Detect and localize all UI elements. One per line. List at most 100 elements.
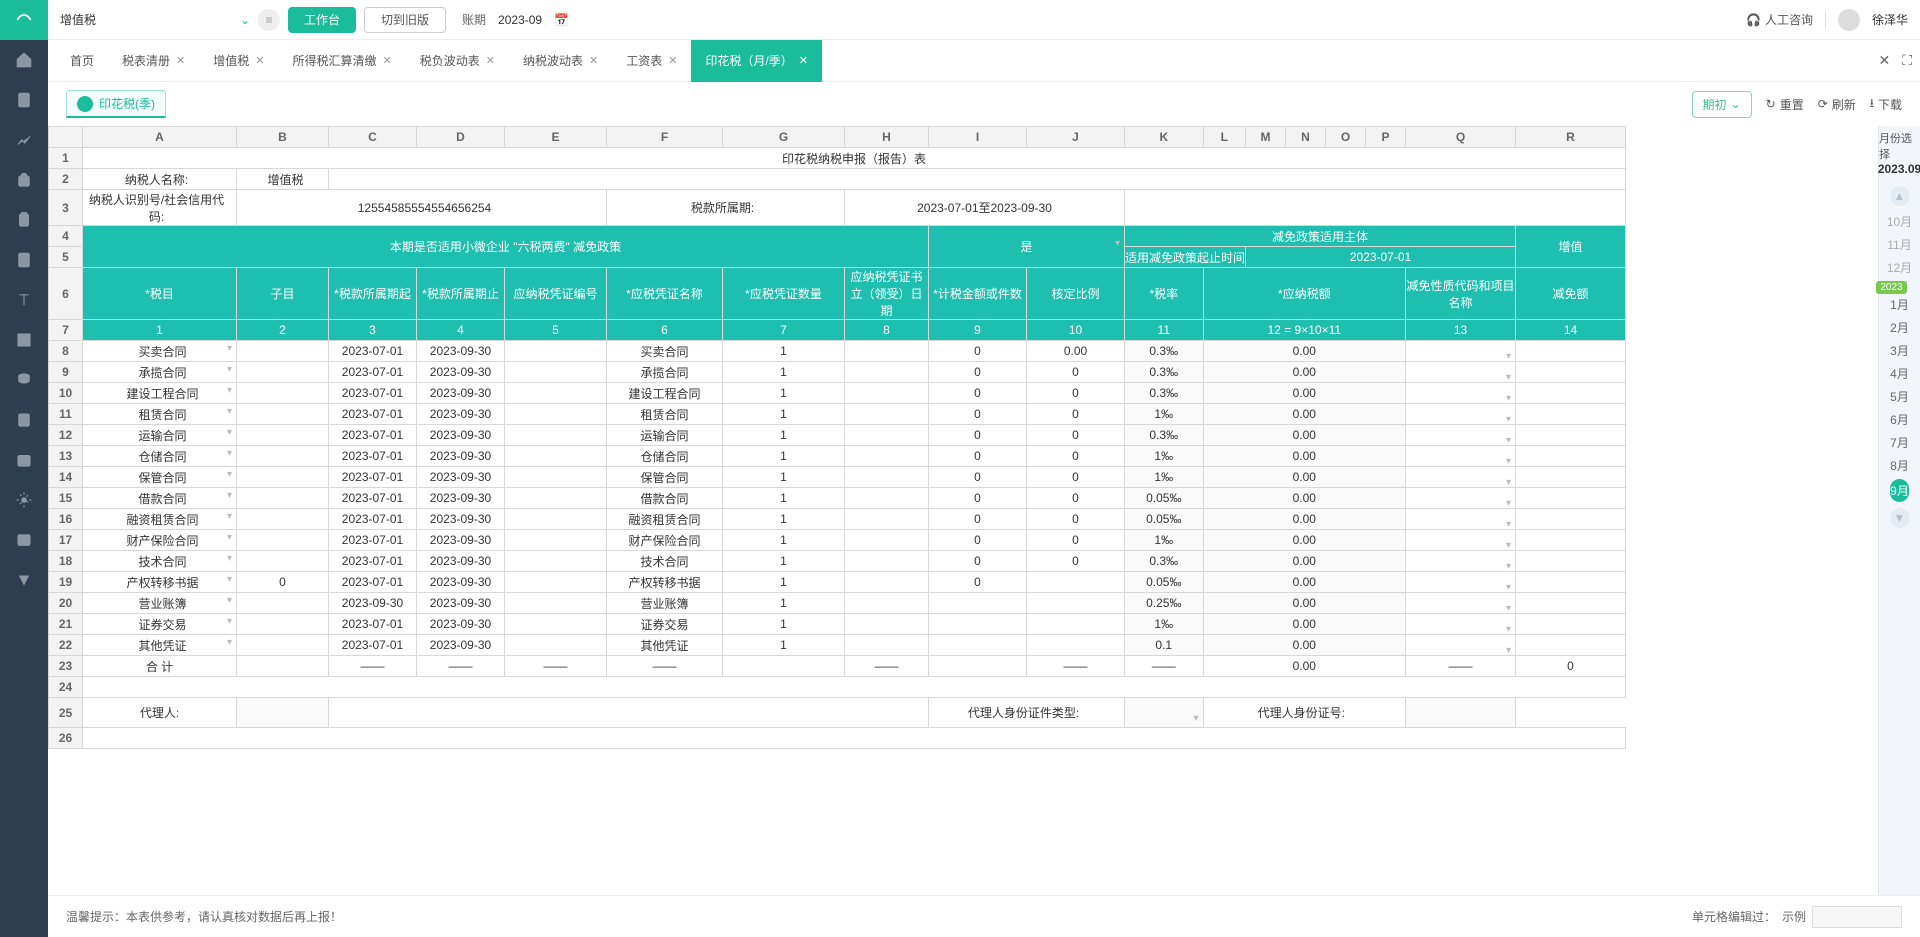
tab-0[interactable]: 首页: [56, 40, 108, 82]
period-from-cell[interactable]: 2023-07-01: [329, 362, 417, 383]
date-cell[interactable]: [845, 614, 929, 635]
cert-name-cell[interactable]: 仓储合同: [607, 446, 723, 467]
relief-code-cell[interactable]: [1406, 593, 1516, 614]
sub-item-cell[interactable]: [237, 593, 329, 614]
sub-item-cell[interactable]: [237, 614, 329, 635]
row-header[interactable]: 1: [49, 148, 83, 169]
tax-cell[interactable]: 0.00: [1203, 425, 1405, 446]
ratio-cell[interactable]: [1027, 635, 1125, 656]
cert-no-cell[interactable]: [505, 509, 607, 530]
cert-name-cell[interactable]: 承揽合同: [607, 362, 723, 383]
relief-code-cell[interactable]: [1406, 488, 1516, 509]
cert-name-cell[interactable]: 租赁合同: [607, 404, 723, 425]
month-option[interactable]: 3月: [1886, 339, 1913, 362]
amount-cell[interactable]: 0: [929, 509, 1027, 530]
company-selector[interactable]: 增值税 ⌄: [60, 11, 250, 28]
tax-cell[interactable]: 0.00: [1203, 509, 1405, 530]
reset-button[interactable]: ↻重置: [1766, 96, 1804, 113]
date-cell[interactable]: [845, 530, 929, 551]
relief-code-cell[interactable]: [1406, 635, 1516, 656]
tax-item-cell[interactable]: 其他凭证: [83, 635, 237, 656]
cert-name-cell[interactable]: 运输合同: [607, 425, 723, 446]
row-header[interactable]: 14: [49, 467, 83, 488]
date-cell[interactable]: [845, 341, 929, 362]
month-prev-button[interactable]: ▲: [1890, 186, 1910, 206]
tab-2[interactable]: 增值税✕: [199, 40, 278, 82]
row-header[interactable]: 8: [49, 341, 83, 362]
cert-no-cell[interactable]: [505, 362, 607, 383]
month-option[interactable]: 2月: [1886, 316, 1913, 339]
qty-cell[interactable]: 1: [723, 572, 845, 593]
relief-amount-cell[interactable]: [1516, 551, 1626, 572]
period-from-cell[interactable]: 2023-07-01: [329, 614, 417, 635]
period-from-cell[interactable]: 2023-07-01: [329, 341, 417, 362]
cert-name-cell[interactable]: 财产保险合同: [607, 530, 723, 551]
row-header[interactable]: 24: [49, 677, 83, 698]
nav-text-icon[interactable]: [0, 280, 48, 320]
cert-no-cell[interactable]: [505, 614, 607, 635]
row-header[interactable]: 17: [49, 530, 83, 551]
cert-name-cell[interactable]: 建设工程合同: [607, 383, 723, 404]
col-header[interactable]: F: [607, 127, 723, 148]
relief-amount-cell[interactable]: [1516, 593, 1626, 614]
qty-cell[interactable]: 1: [723, 488, 845, 509]
tax-item-cell[interactable]: 建设工程合同: [83, 383, 237, 404]
tax-item-cell[interactable]: 仓储合同: [83, 446, 237, 467]
tax-cell[interactable]: 0.00: [1203, 341, 1405, 362]
taxpayer-id[interactable]: 125545855545546562​54: [237, 190, 607, 226]
relief-amount-cell[interactable]: [1516, 467, 1626, 488]
subtab-stamp-quarter[interactable]: 印花税(季): [66, 90, 166, 118]
nav-export-icon[interactable]: [0, 400, 48, 440]
qty-cell[interactable]: 1: [723, 446, 845, 467]
qty-cell[interactable]: 1: [723, 383, 845, 404]
col-header[interactable]: E: [505, 127, 607, 148]
tax-cell[interactable]: 0.00: [1203, 614, 1405, 635]
period-from-cell[interactable]: 2023-07-01: [329, 509, 417, 530]
sub-item-cell[interactable]: 0: [237, 572, 329, 593]
tax-cell[interactable]: 0.00: [1203, 635, 1405, 656]
relief-amount-cell[interactable]: [1516, 425, 1626, 446]
period-from-cell[interactable]: 2023-07-01: [329, 425, 417, 446]
sub-item-cell[interactable]: [237, 446, 329, 467]
qty-cell[interactable]: 1: [723, 509, 845, 530]
period-from-cell[interactable]: 2023-09-30: [329, 593, 417, 614]
rate-cell[interactable]: 1‰: [1125, 467, 1204, 488]
expand-button[interactable]: ⛶: [1902, 52, 1912, 69]
date-cell[interactable]: [845, 593, 929, 614]
tab-close-icon[interactable]: ✕: [255, 54, 264, 67]
row-header[interactable]: 12: [49, 425, 83, 446]
row-header[interactable]: 7: [49, 320, 83, 341]
tax-cell[interactable]: 0.00: [1203, 530, 1405, 551]
ratio-cell[interactable]: 0: [1027, 530, 1125, 551]
cert-no-cell[interactable]: [505, 404, 607, 425]
nav-bag-icon[interactable]: [0, 160, 48, 200]
taxpayer-name[interactable]: 增值税: [237, 169, 329, 190]
nav-chart-icon[interactable]: [0, 120, 48, 160]
tax-item-cell[interactable]: 保管合同: [83, 467, 237, 488]
period-to-cell[interactable]: 2023-09-30: [417, 488, 505, 509]
agent-idno-input[interactable]: [1406, 698, 1516, 728]
col-header[interactable]: G: [723, 127, 845, 148]
sub-item-cell[interactable]: [237, 530, 329, 551]
col-header[interactable]: R: [1516, 127, 1626, 148]
col-header[interactable]: K: [1125, 127, 1204, 148]
cert-no-cell[interactable]: [505, 341, 607, 362]
sub-item-cell[interactable]: [237, 488, 329, 509]
tax-item-cell[interactable]: 财产保险合同: [83, 530, 237, 551]
row-header[interactable]: 15: [49, 488, 83, 509]
tax-item-cell[interactable]: 融资租赁合同: [83, 509, 237, 530]
qty-cell[interactable]: 1: [723, 593, 845, 614]
qty-cell[interactable]: 1: [723, 467, 845, 488]
ratio-cell[interactable]: 0: [1027, 488, 1125, 509]
rate-cell[interactable]: 1‰: [1125, 404, 1204, 425]
cert-name-cell[interactable]: 证券交易: [607, 614, 723, 635]
ratio-cell[interactable]: [1027, 614, 1125, 635]
row-header[interactable]: 22: [49, 635, 83, 656]
date-cell[interactable]: [845, 551, 929, 572]
sub-item-cell[interactable]: [237, 635, 329, 656]
row-header[interactable]: 9: [49, 362, 83, 383]
amount-cell[interactable]: 0: [929, 572, 1027, 593]
rate-cell[interactable]: 0.3‰: [1125, 425, 1204, 446]
relief-code-cell[interactable]: [1406, 446, 1516, 467]
ratio-cell[interactable]: 0: [1027, 551, 1125, 572]
